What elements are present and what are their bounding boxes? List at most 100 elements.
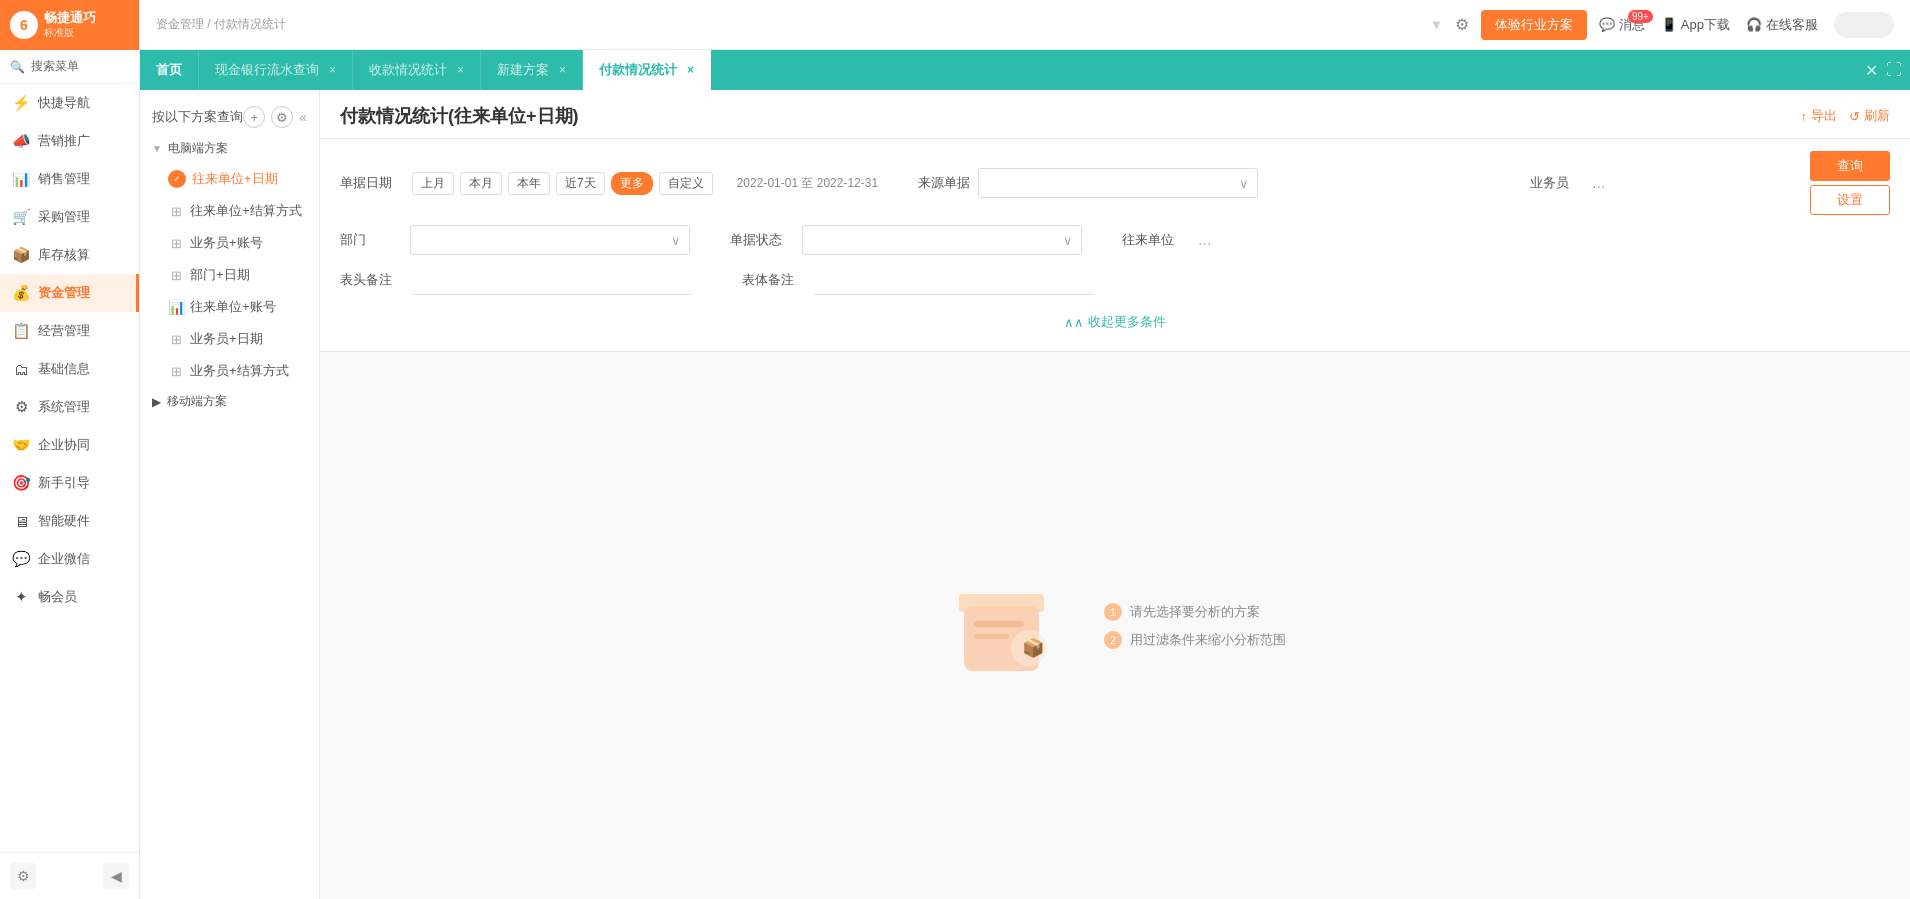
gear-icon: ⚙ (276, 110, 288, 125)
sidebar-item-system[interactable]: ⚙ 系统管理 (0, 388, 139, 426)
tab-bank-close-icon[interactable]: × (329, 63, 336, 77)
phone-icon: 📱 (1661, 17, 1677, 32)
settings-button[interactable]: 设置 (1810, 185, 1890, 215)
basic-icon: 🗂 (12, 360, 30, 378)
wechat-icon: 💬 (12, 550, 30, 568)
sidebar-item-enterprise[interactable]: 🤝 企业协同 (0, 426, 139, 464)
dept-select[interactable]: ∨ (410, 225, 690, 255)
empty-illustration: 📦 (944, 576, 1064, 676)
empty-hint-2: 2 用过滤条件来缩小分析范围 (1104, 631, 1286, 649)
online-service-button[interactable]: 🎧 在线客服 (1746, 16, 1818, 34)
collapse-conditions-button[interactable]: ∧∧ 收起更多条件 (1056, 305, 1174, 339)
add-scheme-button[interactable]: + (243, 106, 265, 128)
scheme-item-unit-date[interactable]: ✓ 往来单位+日期 (140, 163, 319, 195)
topbar-right: 💬 消息 99+ 📱 App下载 🎧 在线客服 (1599, 12, 1894, 38)
partner-dots[interactable]: ... (1198, 231, 1211, 249)
empty-hint-1: 1 请先选择要分析的方案 (1104, 603, 1286, 621)
pc-scheme-group-header[interactable]: ▼ 电脑端方案 (140, 134, 319, 163)
system-icon: ⚙ (12, 398, 30, 416)
table-scheme-icon3: ⊞ (168, 267, 184, 283)
sidebar-item-marketing[interactable]: 📣 营销推广 (0, 122, 139, 160)
messages-button[interactable]: 💬 消息 99+ (1599, 16, 1645, 34)
date-btn-last-7-days[interactable]: 近7天 (556, 172, 605, 195)
sidebar-header: 6 畅捷通巧 标准版 (0, 0, 139, 50)
scheme-collapse-button[interactable]: « (299, 109, 307, 125)
tab-receipts[interactable]: 收款情况统计 × (353, 50, 481, 90)
close-all-tabs-icon[interactable]: ✕ (1865, 61, 1878, 80)
source-select-arrow-icon: ∨ (1239, 176, 1249, 191)
scheme-item-staff-date[interactable]: ⊞ 业务员+日期 (140, 323, 319, 355)
trial-button[interactable]: 体验行业方案 (1481, 10, 1587, 40)
date-btn-this-year[interactable]: 本年 (508, 172, 550, 195)
note-input[interactable] (412, 265, 692, 295)
doc-status-label: 单据状态 (730, 231, 782, 249)
sidebar-item-guide[interactable]: 🎯 新手引导 (0, 464, 139, 502)
body-note-input[interactable] (814, 265, 1094, 295)
tab-bank[interactable]: 现金银行流水查询 × (199, 50, 353, 90)
user-avatar[interactable] (1834, 12, 1894, 38)
dept-select-arrow-icon: ∨ (671, 233, 681, 248)
sidebar-collapse-button[interactable]: ◀ (103, 863, 129, 889)
export-button[interactable]: ↑ 导出 (1801, 107, 1838, 125)
sidebar-item-basic[interactable]: 🗂 基础信息 (0, 350, 139, 388)
source-select[interactable]: ∨ (978, 168, 1258, 198)
app-download-button[interactable]: 📱 App下载 (1661, 16, 1730, 34)
date-btn-last-month[interactable]: 上月 (412, 172, 454, 195)
staff-label: 业务员 (1530, 174, 1580, 192)
scheme-item-unit-account[interactable]: 📊 往来单位+账号 (140, 291, 319, 323)
tab-payments-close-icon[interactable]: × (687, 63, 694, 77)
filter-row-2: 部门 ∨ 单据状态 ∨ 往来单位 ... (340, 225, 1890, 255)
sidebar-item-operation[interactable]: 📋 经营管理 (0, 312, 139, 350)
sidebar-item-quick-nav[interactable]: ⚡ 快捷导航 (0, 84, 139, 122)
date-range-display: 2022-01-01 至 2022-12-31 (737, 175, 878, 192)
scheme-item-staff-account[interactable]: ⊞ 业务员+账号 (140, 227, 319, 259)
operation-icon: 📋 (12, 322, 30, 340)
hardware-icon: 🖥 (12, 512, 30, 530)
refresh-button[interactable]: ↺ 刷新 (1849, 107, 1890, 125)
tab-payments[interactable]: 付款情况统计 × (583, 50, 711, 90)
refresh-icon: ↺ (1849, 109, 1860, 124)
tab-new-scheme-close-icon[interactable]: × (559, 63, 566, 77)
date-options: 上月 本月 本年 近7天 更多 自定义 (412, 172, 713, 195)
query-button[interactable]: 查询 (1810, 151, 1890, 181)
quick-nav-icon: ⚡ (12, 94, 30, 112)
scheme-item-staff-settle[interactable]: ⊞ 业务员+结算方式 (140, 355, 319, 387)
tab-receipts-close-icon[interactable]: × (457, 63, 464, 77)
scheme-item-dept-date[interactable]: ⊞ 部门+日期 (140, 259, 319, 291)
page-title: 付款情况统计(往来单位+日期) (340, 104, 579, 128)
scheme-item-unit-settle[interactable]: ⊞ 往来单位+结算方式 (140, 195, 319, 227)
filter-actions: 查询 设置 (1810, 151, 1890, 215)
filter-row-3: 表头备注 表体备注 (340, 265, 1890, 295)
tab-home[interactable]: 首页 (140, 50, 199, 90)
sidebar-item-sales[interactable]: 📊 销售管理 (0, 160, 139, 198)
maximize-icon[interactable]: ⛶ (1886, 61, 1902, 79)
date-btn-more[interactable]: 更多 (611, 172, 653, 195)
sales-icon: 📊 (12, 170, 30, 188)
finance-icon: 💰 (12, 284, 30, 302)
scheme-settings-button[interactable]: ⚙ (271, 106, 293, 128)
sidebar-item-purchase[interactable]: 🛒 采购管理 (0, 198, 139, 236)
chart-scheme-icon: 📊 (168, 299, 184, 315)
sidebar-item-member[interactable]: ✦ 畅会员 (0, 578, 139, 616)
pc-group-arrow-icon: ▼ (152, 143, 162, 154)
mobile-scheme-group-header[interactable]: ▶ 移动端方案 (140, 387, 319, 416)
doc-status-select-arrow-icon: ∨ (1063, 233, 1073, 248)
doc-status-select[interactable]: ∨ (802, 225, 1082, 255)
footer-settings-button[interactable]: ⚙ (10, 863, 36, 889)
inventory-icon: 📦 (12, 246, 30, 264)
right-content: 付款情况统计(往来单位+日期) ↑ 导出 ↺ 刷新 单据日期 (320, 90, 1910, 899)
chevron-up-icon: ∧∧ (1064, 315, 1084, 330)
staff-dots[interactable]: ... (1592, 174, 1605, 192)
topbar-gear-icon[interactable]: ⚙ (1455, 15, 1469, 34)
date-btn-custom[interactable]: 自定义 (659, 172, 713, 195)
body-note-label: 表体备注 (742, 271, 794, 289)
sidebar-item-hardware[interactable]: 🖥 智能硬件 (0, 502, 139, 540)
date-btn-this-month[interactable]: 本月 (460, 172, 502, 195)
sidebar-item-finance[interactable]: 💰 资金管理 (0, 274, 139, 312)
sidebar-item-wechat[interactable]: 💬 企业微信 (0, 540, 139, 578)
tab-new-scheme[interactable]: 新建方案 × (481, 50, 583, 90)
sidebar-item-inventory[interactable]: 📦 库存核算 (0, 236, 139, 274)
search-menu[interactable]: 🔍 搜索菜单 (0, 50, 139, 84)
breadcrumb: 资金管理 / 付款情况统计 (156, 16, 1418, 33)
dropdown-arrow-icon[interactable]: ▼ (1430, 17, 1443, 32)
